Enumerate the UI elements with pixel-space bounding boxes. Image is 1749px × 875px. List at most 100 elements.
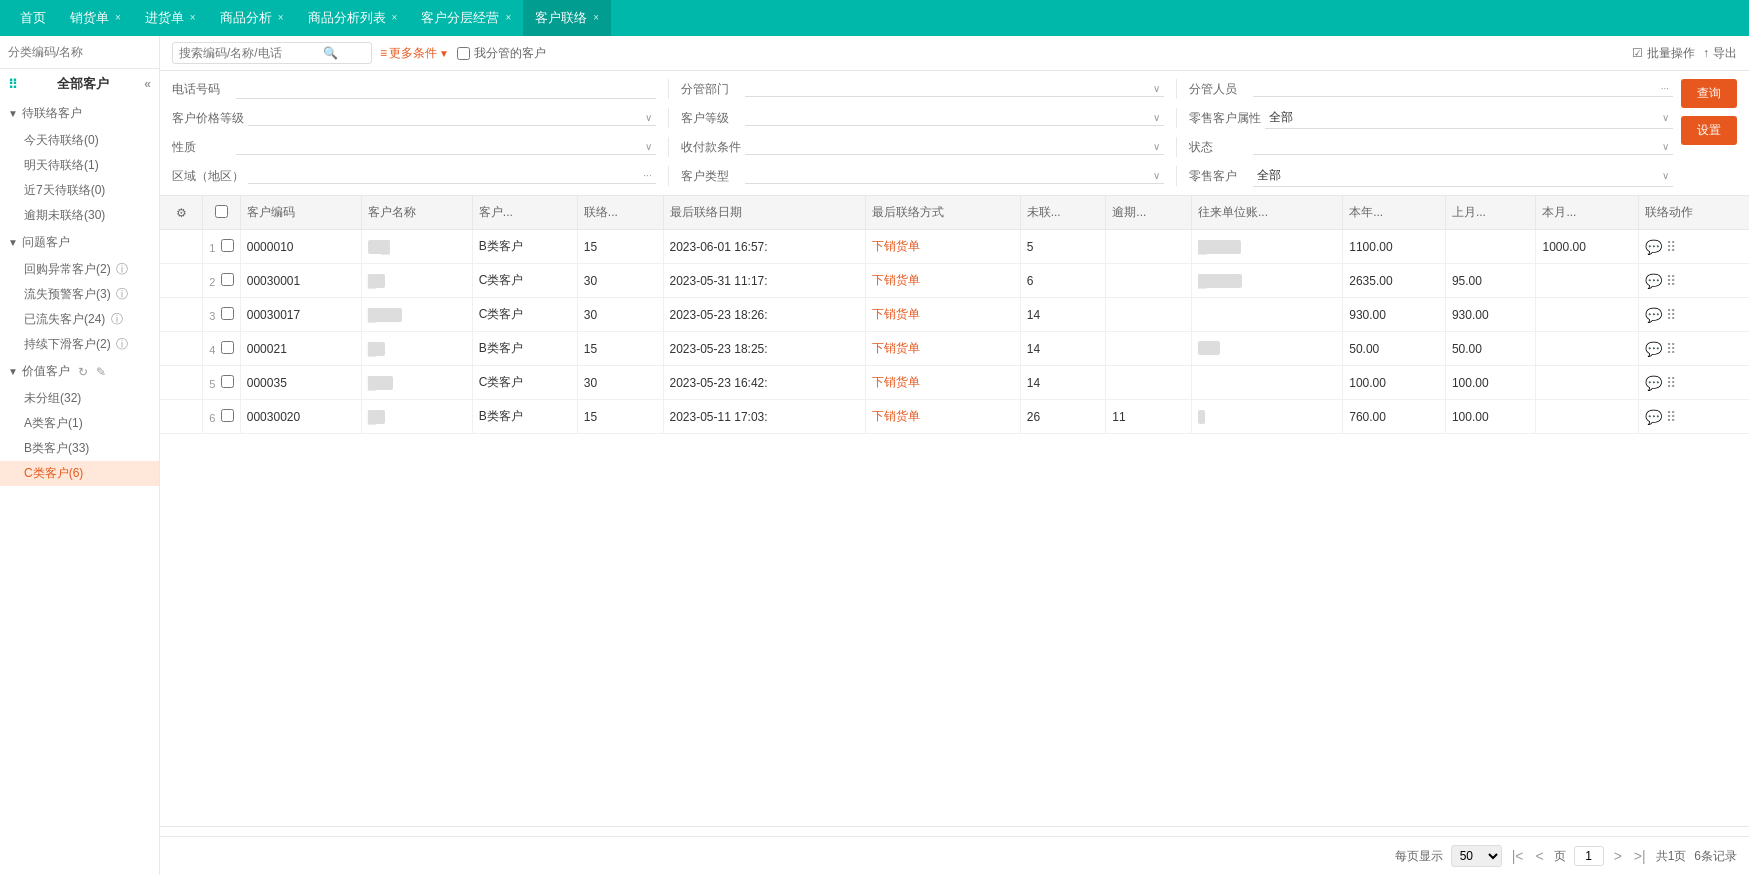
manager-select[interactable]: ··· — [1253, 81, 1673, 97]
last-method-link[interactable]: 下销货单 — [872, 375, 920, 389]
sidebar-item-7days[interactable]: 近7天待联络(0) — [0, 178, 159, 203]
next-page-btn[interactable]: > — [1612, 848, 1624, 864]
price-level-select[interactable]: ∨ — [248, 110, 656, 126]
select-all-checkbox[interactable] — [215, 205, 228, 218]
sidebar-group-pending[interactable]: ▼ 待联络客户 — [0, 99, 159, 128]
close-icon[interactable]: × — [278, 0, 284, 36]
customer-type-select[interactable]: ∨ — [745, 168, 1165, 184]
phone-input[interactable] — [236, 80, 656, 99]
nav-customer-contact[interactable]: 客户联络 × — [523, 0, 611, 36]
row-code: 00030001 — [240, 264, 361, 298]
more-conditions-btn[interactable]: ≡ 更多条件 ▼ — [380, 45, 449, 62]
contact-icon[interactable]: 💬 — [1645, 307, 1662, 323]
retail-attr-select[interactable]: 全部 ∨ — [1265, 107, 1673, 129]
last-method-link[interactable]: 下销货单 — [872, 273, 920, 287]
sidebar-item-tomorrow[interactable]: 明天待联络(1) — [0, 153, 159, 178]
last-method-link[interactable]: 下销货单 — [872, 341, 920, 355]
manager-label: 分管人员 — [1189, 81, 1249, 98]
contact-icon[interactable]: 💬 — [1645, 375, 1662, 391]
sidebar-search-input[interactable] — [8, 45, 158, 59]
close-icon[interactable]: × — [593, 0, 599, 36]
row-checkbox[interactable] — [221, 239, 234, 252]
region-select[interactable]: ··· — [248, 168, 656, 184]
sidebar-item-ungrouped[interactable]: 未分组(32) — [0, 386, 159, 411]
sidebar-group-problem[interactable]: ▼ 问题客户 — [0, 228, 159, 257]
nav-sales-order[interactable]: 销货单 × — [58, 0, 133, 36]
more-icon[interactable]: ⠿ — [1666, 375, 1676, 391]
refresh-icon[interactable]: ↻ — [78, 365, 88, 379]
sidebar-item-declining[interactable]: 持续下滑客户(2) ⓘ — [0, 332, 159, 357]
status-select[interactable]: ∨ — [1253, 139, 1673, 155]
sidebar-item-class-a[interactable]: A类客户(1) — [0, 411, 159, 436]
sidebar-all-customers[interactable]: ⠿ 全部客户 « — [0, 69, 159, 99]
setup-button[interactable]: 设置 — [1681, 116, 1737, 145]
nav-home-label: 首页 — [20, 0, 46, 36]
nav-home[interactable]: 首页 — [8, 0, 58, 36]
row-no-contact: 14 — [1020, 332, 1106, 366]
horizontal-scrollbar[interactable] — [160, 826, 1749, 836]
nav-customer-contact-label: 客户联络 — [535, 0, 587, 36]
nature-select[interactable]: ∨ — [236, 139, 656, 155]
row-checkbox[interactable] — [221, 273, 234, 286]
row-checkbox[interactable] — [221, 375, 234, 388]
sidebar-item-overdue[interactable]: 逾期未联络(30) — [0, 203, 159, 228]
batch-operations-btn[interactable]: ☑ 批量操作 — [1632, 45, 1695, 62]
gear-column-header[interactable]: ⚙ — [160, 196, 203, 230]
sidebar-item-abnormal-repurchase[interactable]: 回购异常客户(2) ⓘ — [0, 257, 159, 282]
search-icon[interactable]: 🔍 — [323, 46, 338, 60]
payment-select[interactable]: ∨ — [745, 139, 1165, 155]
last-method-link[interactable]: 下销货单 — [872, 239, 920, 253]
contact-icon[interactable]: 💬 — [1645, 239, 1662, 255]
more-icon[interactable]: ⠿ — [1666, 273, 1676, 289]
row-gear — [160, 230, 203, 264]
contact-icon[interactable]: 💬 — [1645, 341, 1662, 357]
status-label: 状态 — [1189, 139, 1249, 156]
row-checkbox-cell: 5 — [203, 366, 240, 400]
nav-customer-stratification[interactable]: 客户分层经营 × — [409, 0, 523, 36]
sidebar-item-class-c[interactable]: C类客户(6) — [0, 461, 159, 486]
contact-icon[interactable]: 💬 — [1645, 273, 1662, 289]
row-this-month — [1536, 264, 1639, 298]
export-btn[interactable]: ↑ 导出 — [1703, 45, 1737, 62]
edit-icon[interactable]: ✎ — [96, 365, 106, 379]
last-method-link[interactable]: 下销货单 — [872, 307, 920, 321]
close-icon[interactable]: × — [505, 0, 511, 36]
sidebar-item-churn-warning[interactable]: 流失预警客户(3) ⓘ — [0, 282, 159, 307]
customer-level-select[interactable]: ∨ — [745, 110, 1165, 126]
contact-icon[interactable]: 💬 — [1645, 409, 1662, 425]
more-icon[interactable]: ⠿ — [1666, 409, 1676, 425]
nav-product-analysis-list[interactable]: 商品分析列表 × — [296, 0, 410, 36]
region-label: 区域（地区） — [172, 168, 244, 185]
prev-page-btn[interactable]: < — [1533, 848, 1545, 864]
row-checkbox[interactable] — [221, 341, 234, 354]
nav-product-analysis[interactable]: 商品分析 × — [208, 0, 296, 36]
my-customer-check[interactable] — [457, 47, 470, 60]
dept-select[interactable]: ∨ — [745, 81, 1165, 97]
row-checkbox[interactable] — [221, 409, 234, 422]
filter-row-3: 性质 ∨ 收付款条件 ∨ — [172, 137, 1673, 157]
sidebar-item-class-b[interactable]: B类客户(33) — [0, 436, 159, 461]
close-icon[interactable]: × — [392, 0, 398, 36]
first-page-btn[interactable]: |< — [1510, 848, 1526, 864]
more-icon[interactable]: ⠿ — [1666, 307, 1676, 323]
more-icon[interactable]: ⠿ — [1666, 239, 1676, 255]
last-method-link[interactable]: 下销货单 — [872, 409, 920, 423]
my-customer-checkbox[interactable]: 我分管的客户 — [457, 45, 546, 62]
page-size-select[interactable]: 50 100 200 — [1451, 845, 1502, 867]
query-button[interactable]: 查询 — [1681, 79, 1737, 108]
main-search-input[interactable] — [179, 46, 319, 60]
row-last-method: 下销货单 — [865, 400, 1020, 434]
retail-customer-select[interactable]: 全部 ∨ — [1253, 165, 1673, 187]
sidebar-item-churned[interactable]: 已流失客户(24) ⓘ — [0, 307, 159, 332]
sidebar-group-value[interactable]: ▼ 价值客户 ↻ ✎ — [0, 357, 159, 386]
sidebar-item-today[interactable]: 今天待联络(0) — [0, 128, 159, 153]
current-page-input[interactable] — [1574, 846, 1604, 866]
table-row: 3 00030017 █░░░ C类客户 30 2023-05-23 18:26… — [160, 298, 1749, 332]
close-icon[interactable]: × — [190, 0, 196, 36]
row-checkbox[interactable] — [221, 307, 234, 320]
last-page-btn[interactable]: >| — [1632, 848, 1648, 864]
close-icon[interactable]: × — [115, 0, 121, 36]
row-type: B类客户 — [472, 400, 577, 434]
nav-purchase-order[interactable]: 进货单 × — [133, 0, 208, 36]
more-icon[interactable]: ⠿ — [1666, 341, 1676, 357]
